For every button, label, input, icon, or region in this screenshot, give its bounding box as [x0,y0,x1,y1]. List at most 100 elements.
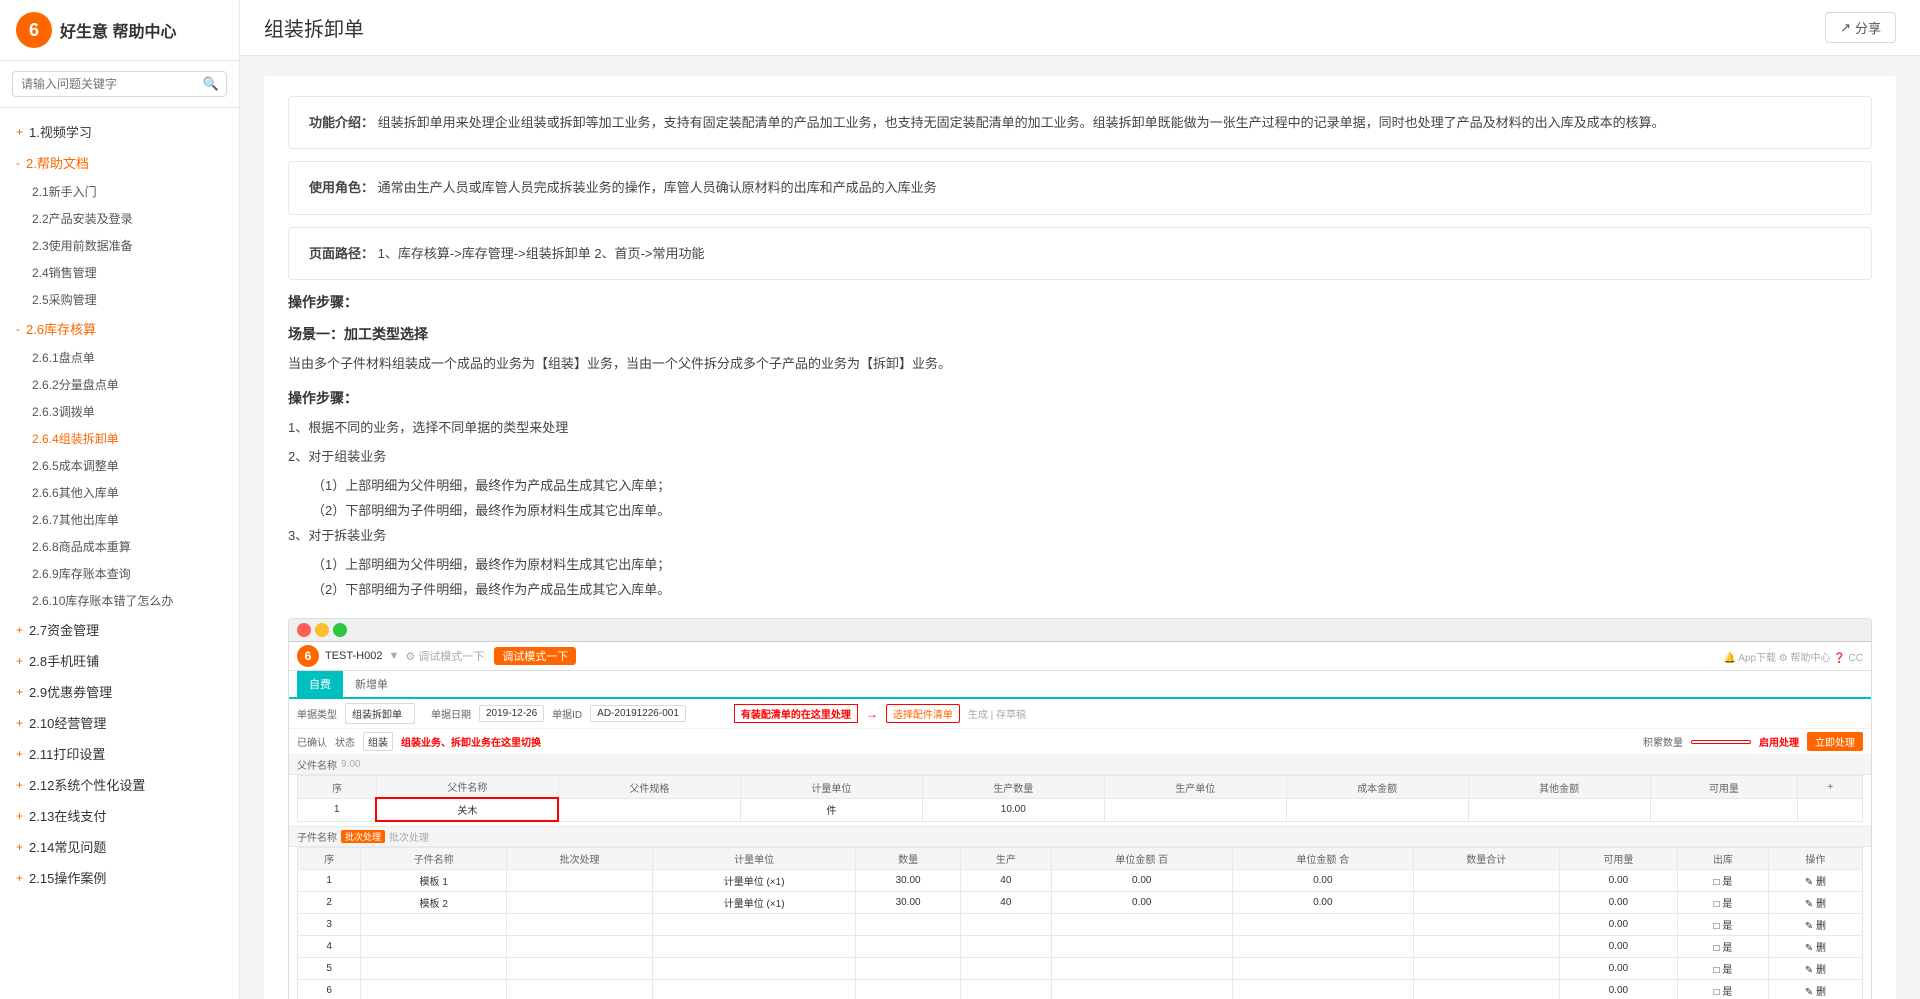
path-block: 页面路径： 1、库存核算->库存管理->组装拆卸单 2、首页->常用功能 [288,227,1872,280]
nav-tree: + 1.视频学习 - 2.帮助文档 2.1新手入门 2.2产品安装及登录 2.3… [0,108,239,999]
sidebar-item-inv-7[interactable]: 2.6.7其他出库单 [0,506,239,533]
share-icon: ↗ [1840,20,1851,36]
content-area: 功能介绍： 组装拆卸单用来处理企业组装或拆卸等加工业务，支持有固定装配清单的产品… [240,56,1920,999]
sidebar-item-inv-1[interactable]: 2.6.1盘点单 [0,344,239,371]
scenario-title: 场景一：加工类型选择 [288,324,1872,344]
sidebar-item-data-prep[interactable]: 2.3使用前数据准备 [0,232,239,259]
ss-nav-icon: ⚙ 调试模式一下 [405,648,484,664]
search-input[interactable] [12,71,227,97]
sidebar-item-ops[interactable]: + 2.10经营管理 [0,707,239,738]
scenario-desc: 当由多个子件材料组装成一个成品的业务为【组装】业务，当由一个父件拆分成多个子产品… [288,352,1872,375]
sidebar-item-finance[interactable]: + 2.7资金管理 [0,614,239,645]
intro-block: 功能介绍： 组装拆卸单用来处理企业组装或拆卸等加工业务，支持有固定装配清单的产品… [288,96,1872,149]
ss-child-table: 序 子件名称 批次处理 计量单位 数量 生产 单位金额 百 单位金额 合 数量合… [297,847,1863,999]
sidebar-item-video[interactable]: + 1.视频学习 [0,116,239,147]
sidebar-item-purchase[interactable]: 2.5采购管理 [0,286,239,313]
path-text: 页面路径： 1、库存核算->库存管理->组装拆卸单 2、首页->常用功能 [309,246,704,261]
sidebar-item-payment[interactable]: + 2.13在线支付 [0,800,239,831]
sidebar-item-inv-3[interactable]: 2.6.3调拨单 [0,398,239,425]
step3: 3、对于拆装业务 [288,524,1872,547]
child-row-5: 5 0.00 □ 是 [298,958,1863,980]
sidebar-item-inv-2[interactable]: 2.6.2分量盘点单 [0,371,239,398]
sidebar-item-docs[interactable]: - 2.帮助文档 [0,147,239,178]
expand-icon-case: + [16,871,23,885]
step3-2: （2）下部明细为子件明细，最终作为产成品生成其它入库单。 [288,578,1872,603]
max-btn[interactable] [333,623,347,637]
step2-2: （2）下部明细为子件明细，最终作为原材料生成其它出库单。 [288,499,1872,524]
ss-table-container: 序 父件名称 父件规格 计量单位 生产数量 生产单位 成本金额 其他金额 可用量 [289,775,1871,826]
sidebar-item-inv-8[interactable]: 2.6.8商品成本重算 [0,533,239,560]
child-row-4: 4 0.00 □ 是 [298,936,1863,958]
search-box[interactable]: 🔍 [0,61,239,108]
app-title: 好生意 帮助中心 [60,18,176,42]
ss-tab-new[interactable]: 新增单 [343,671,400,697]
ss-form-row2: 已确认 状态 组装 组装业务、拆卸业务在这里切换 积累数量 启用处理 立即处理 [289,729,1871,755]
sidebar-item-inv-10[interactable]: 2.6.10库存账本错了怎么办 [0,587,239,614]
sidebar-item-inv-5[interactable]: 2.6.5成本调整单 [0,452,239,479]
ss-select-bom-btn[interactable]: 选择配件清单 [886,704,960,723]
ss-confirm-btn[interactable]: 立即处理 [1807,732,1863,751]
ss-qty-input[interactable] [1691,740,1751,744]
main-header: 组装拆卸单 ↗ 分享 [240,0,1920,56]
steps-title: 操作步骤： [288,292,1872,312]
sidebar-item-sales[interactable]: 2.4销售管理 [0,259,239,286]
sidebar-item-faq[interactable]: + 2.14常见问题 [0,831,239,862]
expand-icon-faq: + [16,840,23,854]
expand-icon-cust: + [16,778,23,792]
annotation-type: 组装业务、拆卸业务在这里切换 [401,734,541,749]
step1: 1、根据不同的业务，选择不同单据的类型来处理 [288,416,1872,439]
annotation-bom: 有装配清单的在这里处理 [734,704,858,723]
child-row-1: 1 模板 1 计量单位 (×1) 30.00 40 0.00 0.00 [298,870,1863,892]
ss-main-table: 序 父件名称 父件规格 计量单位 生产数量 生产单位 成本金额 其他金额 可用量 [297,775,1863,822]
sidebar-item-newbie[interactable]: 2.1新手入门 [0,178,239,205]
sidebar-item-inv-9[interactable]: 2.6.9库存账本查询 [0,560,239,587]
ss-child-table-header: 子件名称 批次处理 批次处理 [289,826,1871,847]
sidebar-item-print[interactable]: + 2.11打印设置 [0,738,239,769]
sidebar-item-inv-6[interactable]: 2.6.6其他入库单 [0,479,239,506]
ss-tab-self[interactable]: 自费 [297,671,343,699]
step3-1: （1）上部明细为父件明细，最终作为原材料生成其它出库单； [288,553,1872,578]
share-button[interactable]: ↗ 分享 [1825,12,1896,43]
ops-title: 操作步骤： [288,388,1872,408]
role-text: 使用角色： 通常由生产人员或库管人员完成拆装业务的操作，库管人员确认原材料的出库… [309,180,937,195]
sidebar-item-coupon[interactable]: + 2.9优惠券管理 [0,676,239,707]
expand-icon-mob: + [16,654,23,668]
sidebar-item-mobile[interactable]: + 2.8手机旺铺 [0,645,239,676]
screenshot-container: 6 TEST-H002 ▼ ⚙ 调试模式一下 调试模式一下 🔔 App下载 ⚙ … [288,618,1872,999]
sidebar-logo: 6 好生意 帮助中心 [0,0,239,61]
sidebar-item-custom[interactable]: + 2.12系统个性化设置 [0,769,239,800]
child-row-2: 2 模板 2 计量单位 (×1) 30.00 40 0.00 0.00 [298,892,1863,914]
sidebar-item-inv-4[interactable]: 2.6.4组装拆卸单 [0,425,239,452]
ss-child-table-container: 序 子件名称 批次处理 计量单位 数量 生产 单位金额 百 单位金额 合 数量合… [289,847,1871,999]
ss-orange-btn[interactable]: 调试模式一下 [494,647,576,665]
close-btn[interactable] [297,623,311,637]
main-content-wrapper: 功能介绍： 组装拆卸单用来处理企业组装或拆卸等加工业务，支持有固定装配清单的产品… [264,76,1896,999]
role-block: 使用角色： 通常由生产人员或库管人员完成拆装业务的操作，库管人员确认原材料的出库… [288,161,1872,214]
sidebar-item-install[interactable]: 2.2产品安装及登录 [0,205,239,232]
child-row-6: 6 0.00 □ 是 [298,980,1863,999]
steps-section: 操作步骤： 场景一：加工类型选择 当由多个子件材料组装成一个成品的业务为【组装】… [288,292,1872,999]
min-btn[interactable] [315,623,329,637]
ss-form-row1: 单据类型 组装拆卸单 单据日期 2019-12-26 单据ID AD-20191… [289,699,1871,729]
page-title: 组装拆卸单 [264,13,364,42]
step2: 2、对于组装业务 [288,445,1872,468]
search-icon: 🔍 [203,76,219,92]
expand-icon-coup: + [16,685,23,699]
intro-text: 功能介绍： 组装拆卸单用来处理企业组装或拆卸等加工业务，支持有固定装配清单的产品… [309,115,1665,130]
collapse-icon: - [16,156,20,170]
ss-nav-tabs: 自费 新增单 [289,671,1871,699]
expand-icon-pay: + [16,809,23,823]
ss-topbar-text: TEST-H002 [325,650,382,662]
annotation-activate: 启用处理 [1759,734,1799,749]
parent-name-cell[interactable]: 关木 [376,798,558,821]
sidebar-item-cases[interactable]: + 2.15操作案例 [0,862,239,893]
table-row: 1 关木 件 10.00 [298,798,1863,821]
sidebar: 6 好生意 帮助中心 🔍 + 1.视频学习 - 2.帮助文档 2.1新手入门 2… [0,0,240,999]
ss-logo: 6 [297,645,319,667]
main-content: 组装拆卸单 ↗ 分享 功能介绍： 组装拆卸单用来处理企业组装或拆卸等加工业务，支… [240,0,1920,999]
expand-icon-ops: + [16,716,23,730]
expand-icon-print: + [16,747,23,761]
sidebar-item-inventory[interactable]: - 2.6库存核算 [0,313,239,344]
app-logo-icon: 6 [16,12,52,48]
ss-parent-table-header: 父件名称 9.00 [289,755,1871,775]
